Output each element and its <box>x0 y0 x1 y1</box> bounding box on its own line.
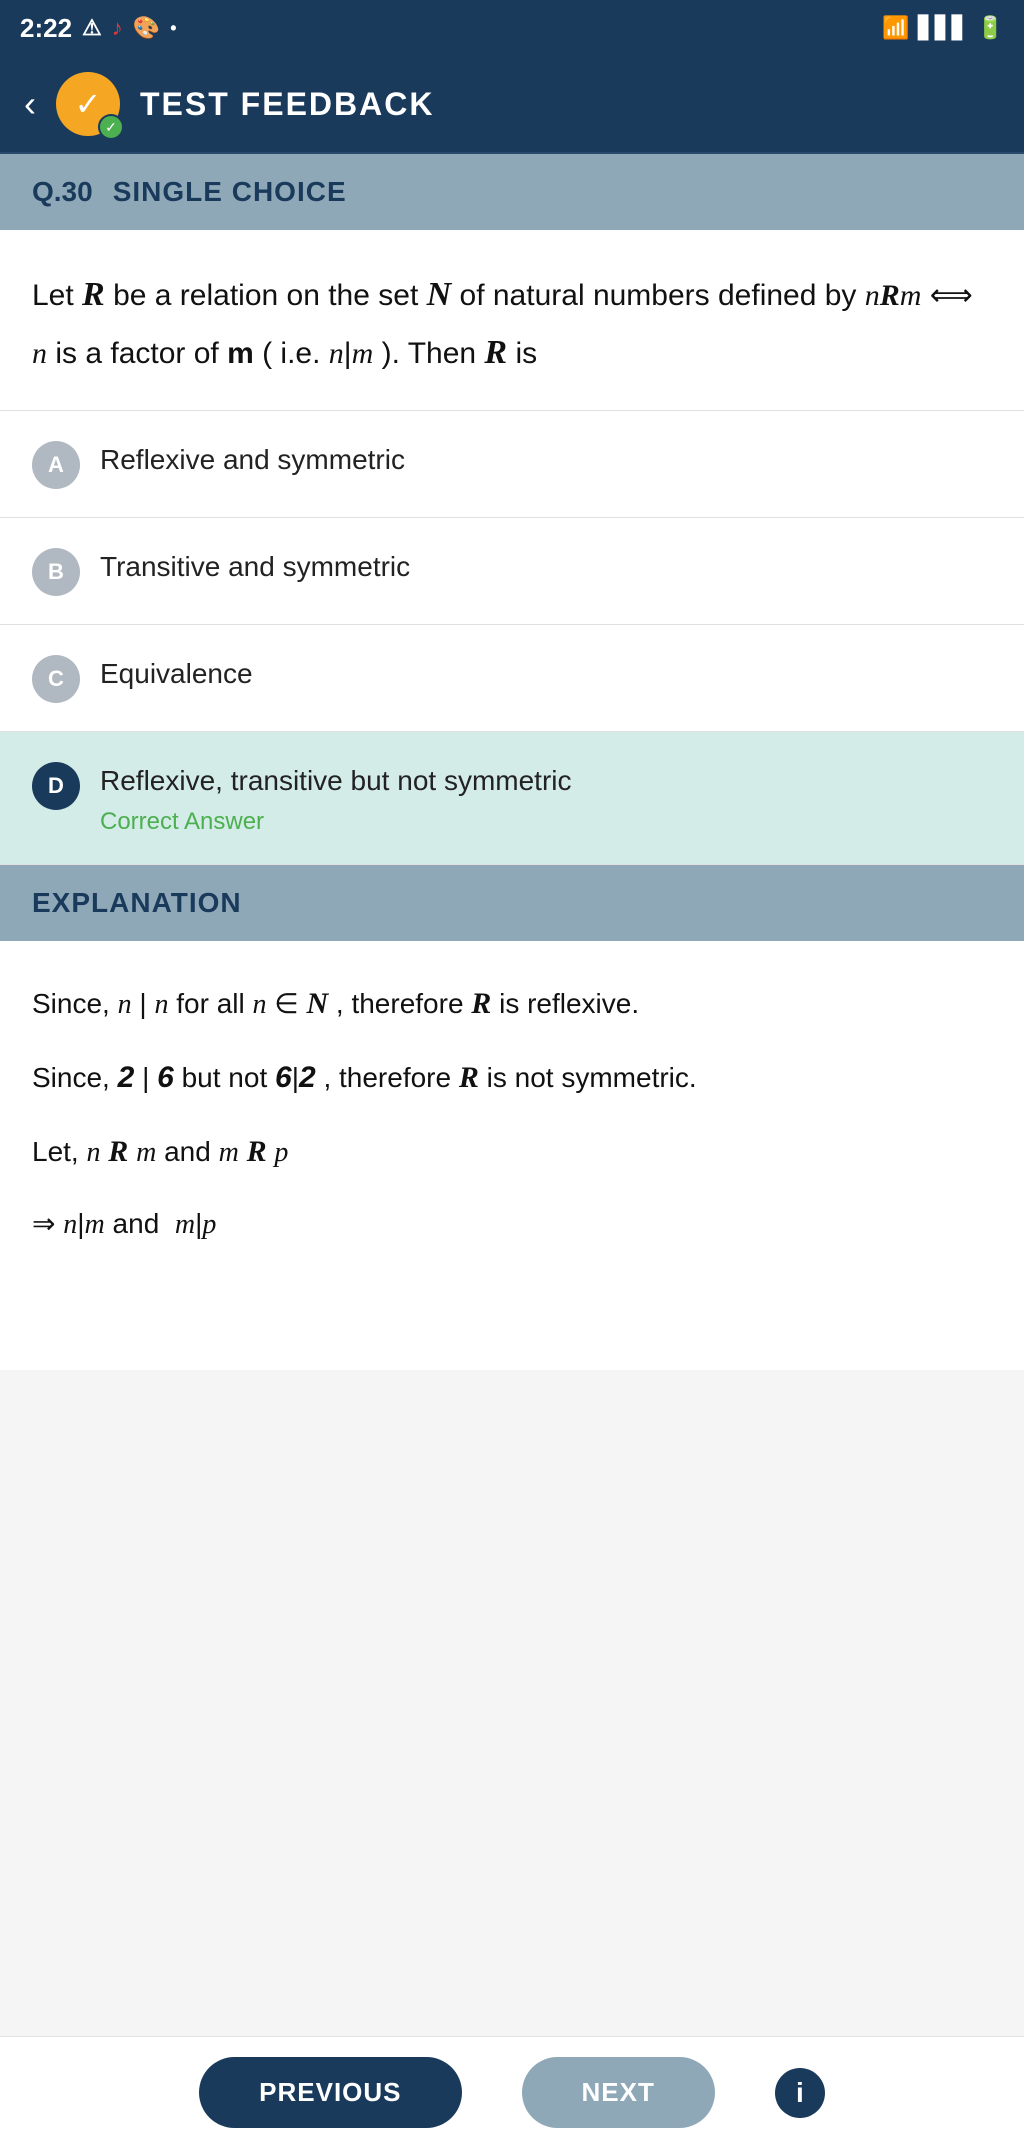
explanation-line-3: Let, n R m and m R p <box>32 1125 992 1179</box>
option-d-badge: D <box>32 762 80 810</box>
explanation-title: EXPLANATION <box>32 887 242 918</box>
battery-icon: 🔋 <box>977 15 1004 41</box>
option-a[interactable]: A Reflexive and symmetric <box>0 411 1024 518</box>
palette-icon: 🎨 <box>133 15 160 41</box>
option-d-text: Reflexive, transitive but not symmetric <box>100 760 572 802</box>
question-type: SINGLE CHOICE <box>113 176 347 208</box>
question-number: Q.30 <box>32 176 93 208</box>
logo-badge: ✓ <box>98 114 124 140</box>
logo-check-icon: ✓ <box>75 85 102 123</box>
option-a-badge: A <box>32 441 80 489</box>
warning-icon: ⚠ <box>82 15 102 41</box>
page-title: TEST FEEDBACK <box>140 86 434 123</box>
explanation-line-1: Since, n | n for all n ∈ N , therefore R… <box>32 977 992 1031</box>
back-button[interactable]: ‹ <box>24 86 36 122</box>
music-icon: ♪ <box>112 15 123 41</box>
bottom-navigation: PREVIOUS NEXT i <box>0 2036 1024 2148</box>
explanation-line-2: Since, 2 | 6 but not 6|2 , therefore R i… <box>32 1051 992 1105</box>
app-logo: ✓ ✓ <box>56 72 120 136</box>
next-button[interactable]: NEXT <box>522 2057 715 2128</box>
question-body: Let R be a relation on the set N of natu… <box>0 230 1024 411</box>
status-icons: 📶 ▋▋▋ 🔋 <box>882 15 1004 41</box>
option-b-text: Transitive and symmetric <box>100 546 410 588</box>
info-button[interactable]: i <box>775 2068 825 2118</box>
question-header: Q.30 SINGLE CHOICE <box>0 154 1024 230</box>
badge-check-icon: ✓ <box>105 119 117 136</box>
signal-icon: ▋▋▋ <box>918 15 969 41</box>
dot-icon: • <box>170 18 176 39</box>
explanation-header: EXPLANATION <box>0 865 1024 941</box>
correct-answer-label: Correct Answer <box>100 808 572 836</box>
option-d-content: Reflexive, transitive but not symmetric … <box>100 760 572 836</box>
option-c-text: Equivalence <box>100 653 253 695</box>
explanation-body: Since, n | n for all n ∈ N , therefore R… <box>0 941 1024 1370</box>
option-a-text: Reflexive and symmetric <box>100 439 405 481</box>
explanation-line-4: ⇒ n|m and m|p <box>32 1199 992 1250</box>
option-d[interactable]: D Reflexive, transitive but not symmetri… <box>0 732 1024 865</box>
wifi-icon: 📶 <box>882 15 909 41</box>
option-c-content: Equivalence <box>100 653 253 695</box>
option-a-content: Reflexive and symmetric <box>100 439 405 481</box>
option-b-content: Transitive and symmetric <box>100 546 410 588</box>
status-time: 2:22 ⚠ ♪ 🎨 • <box>20 13 177 44</box>
previous-button[interactable]: PREVIOUS <box>199 2057 461 2128</box>
option-c-badge: C <box>32 655 80 703</box>
app-header: ‹ ✓ ✓ TEST FEEDBACK <box>0 56 1024 154</box>
option-b-badge: B <box>32 548 80 596</box>
status-bar: 2:22 ⚠ ♪ 🎨 • 📶 ▋▋▋ 🔋 <box>0 0 1024 56</box>
option-b[interactable]: B Transitive and symmetric <box>0 518 1024 625</box>
option-c[interactable]: C Equivalence <box>0 625 1024 732</box>
time-display: 2:22 <box>20 13 72 44</box>
